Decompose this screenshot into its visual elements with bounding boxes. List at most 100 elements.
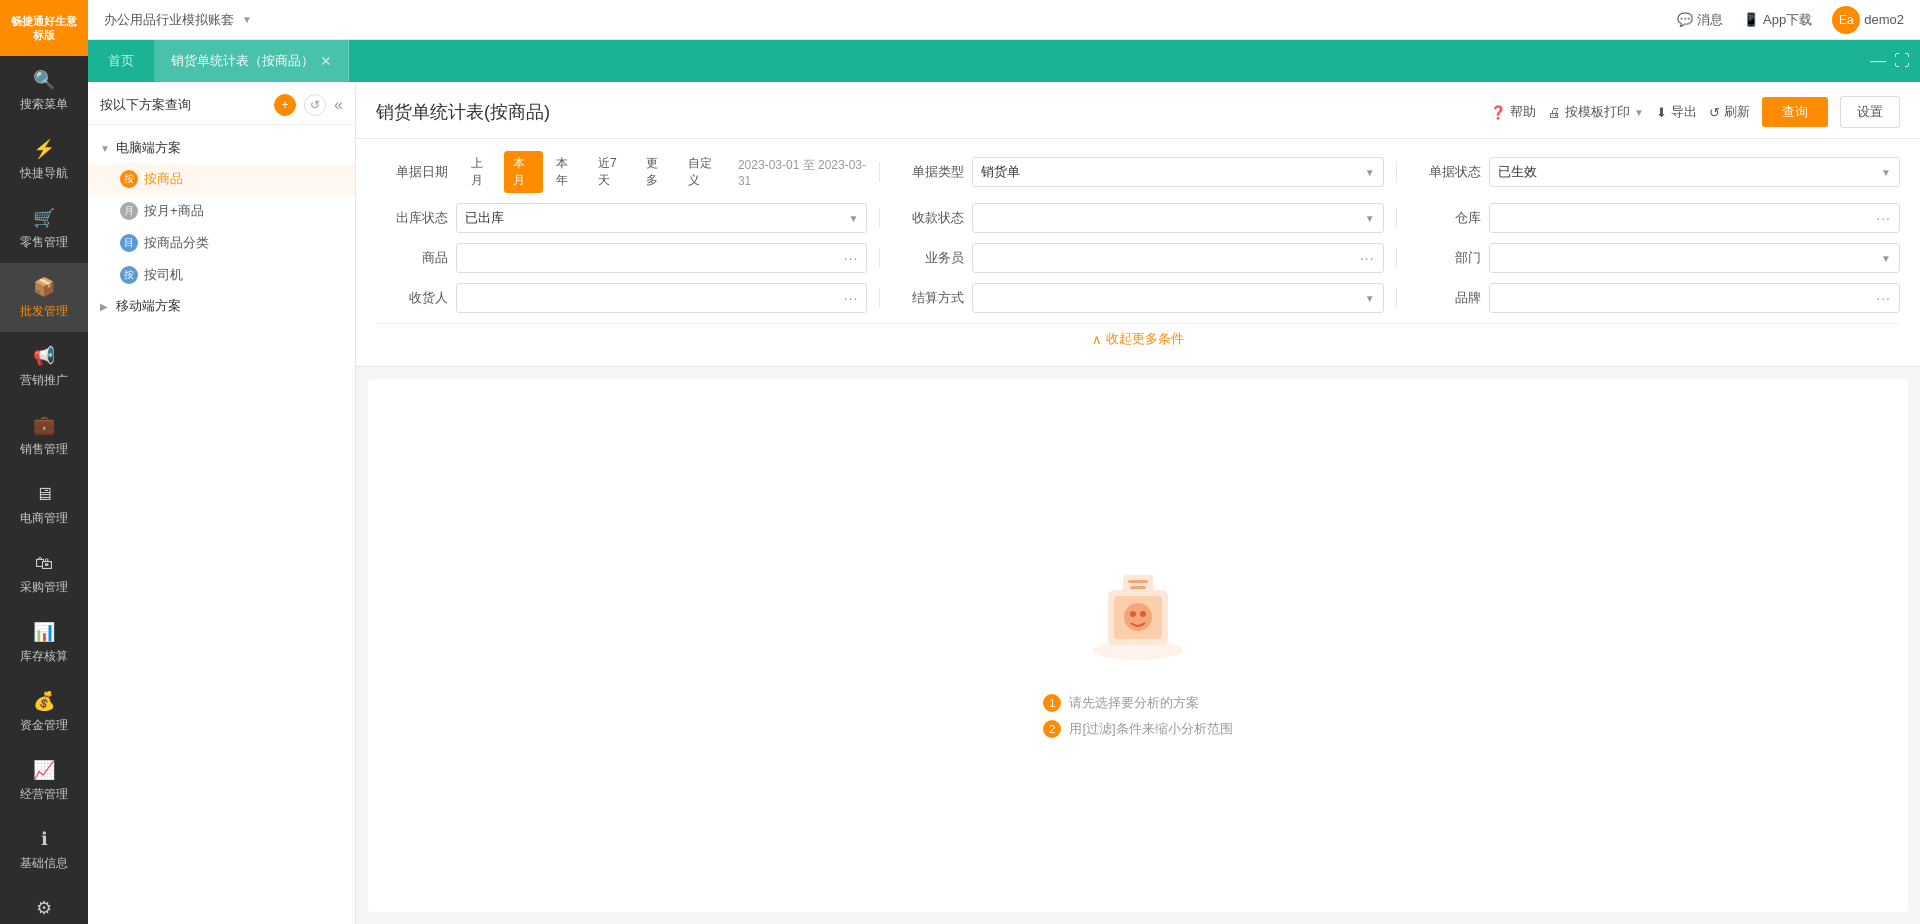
warehouse-dots-icon: ···: [1876, 210, 1891, 226]
sidebar-item-label: 零售管理: [20, 234, 68, 251]
divider-1: [879, 162, 880, 182]
refresh-scheme-button[interactable]: ↺: [304, 94, 326, 116]
salesperson-label: 业务员: [892, 249, 972, 267]
brand-label: 品牌: [1409, 289, 1489, 307]
tree-group-pc-header[interactable]: ▼ 电脑端方案: [88, 133, 355, 163]
tabbar: 首页 销货单统计表（按商品） ✕ — ⛶: [88, 40, 1920, 82]
warehouse-control: ···: [1489, 203, 1900, 233]
svg-point-5: [1140, 611, 1146, 617]
print-icon: 🖨: [1548, 105, 1561, 120]
date-control: 上月 本月 本年 近7天 更多 自定义 2023-03-01 至 2023-03…: [456, 151, 867, 193]
sidebar-item-search[interactable]: 🔍 搜索菜单: [0, 56, 88, 125]
receiver-label: 收货人: [376, 289, 456, 307]
date-btn-this-month[interactable]: 本月: [504, 151, 542, 193]
sidebar-item-purchase[interactable]: 🛍 采购管理: [0, 539, 88, 608]
salesperson-select[interactable]: ···: [972, 243, 1383, 273]
search-icon: 🔍: [33, 68, 55, 93]
sidebar-item-finance[interactable]: 💰 资金管理: [0, 677, 88, 746]
sidebar-item-basic[interactable]: ℹ 基础信息: [0, 815, 88, 884]
warehouse-select[interactable]: ···: [1489, 203, 1900, 233]
divider-6: [1396, 248, 1397, 268]
collapse-more-button[interactable]: ∧ 收起更多条件: [376, 323, 1900, 354]
ecommerce-icon: 🖥: [35, 482, 53, 507]
sidebar-item-wholesale[interactable]: 📦 批发管理: [0, 263, 88, 332]
tab-close-icon[interactable]: ✕: [320, 54, 332, 68]
refresh-label: 刷新: [1724, 103, 1750, 121]
date-btn-this-year[interactable]: 本年: [547, 151, 585, 193]
doc-status-label: 单据状态: [1409, 163, 1489, 181]
date-quick-buttons: 上月 本月 本年 近7天 更多 自定义: [462, 151, 728, 193]
brand-control: ···: [1489, 283, 1900, 313]
collapse-panel-button[interactable]: «: [334, 96, 343, 114]
sidebar-item-inventory[interactable]: 📊 库存核算: [0, 608, 88, 677]
filter-row-1: 单据日期 上月 本月 本年 近7天 更多 自定义 2023-03-01: [376, 151, 1900, 193]
payment-control: ▼: [972, 283, 1383, 313]
export-button[interactable]: ⬇ 导出: [1656, 103, 1697, 121]
tree-item-by-category-icon: 目: [120, 234, 138, 252]
doc-type-value: 销货单: [981, 163, 1020, 181]
department-label: 部门: [1409, 249, 1489, 267]
divider-3: [879, 208, 880, 228]
payment-select[interactable]: ▼: [972, 283, 1383, 313]
sidebar-item-ecommerce[interactable]: 🖥 电商管理: [0, 470, 88, 539]
step-2-label: 用[过滤]条件来缩小分析范围: [1069, 716, 1232, 742]
brand-dots-icon: ···: [1876, 290, 1891, 306]
doc-status-select[interactable]: 已生效 ▼: [1489, 157, 1900, 187]
user-profile-button[interactable]: Ea demo2: [1832, 6, 1904, 34]
help-label: 帮助: [1510, 103, 1536, 121]
tab-maximize-icon[interactable]: ⛶: [1894, 52, 1910, 70]
basic-icon: ℹ: [41, 827, 48, 852]
industry-label: 办公用品行业模拟账套: [104, 11, 234, 29]
quicknav-icon: ⚡: [33, 137, 55, 162]
collapse-up-icon: ∧: [1092, 332, 1102, 347]
sidebar-item-quicknav[interactable]: ⚡ 快捷导航: [0, 125, 88, 194]
settings-button[interactable]: 设置: [1840, 96, 1900, 128]
retail-icon: 🛒: [33, 206, 55, 231]
sidebar-item-marketing[interactable]: 📢 营销推广: [0, 332, 88, 401]
date-btn-last-month[interactable]: 上月: [462, 151, 500, 193]
app-subtitle: 标版: [33, 28, 55, 42]
tree-item-by-product[interactable]: 按 按商品: [88, 163, 355, 195]
right-panel: 销货单统计表(按商品) ❓ 帮助 🖨 按模板打印 ▼ ⬇ 导出: [356, 82, 1920, 924]
tree-group-pc: ▼ 电脑端方案 按 按商品 月 按月+商品 目 按商品分类: [88, 133, 355, 291]
doc-type-label: 单据类型: [892, 163, 972, 181]
tree-item-by-cashier[interactable]: 按 按司机: [88, 259, 355, 291]
message-button[interactable]: 💬 消息: [1677, 11, 1723, 29]
tab-minimize-icon[interactable]: —: [1870, 52, 1886, 70]
product-select[interactable]: ···: [456, 243, 867, 273]
sidebar-item-label: 采购管理: [20, 579, 68, 596]
tab-home[interactable]: 首页: [88, 40, 155, 82]
tab-sales-stat[interactable]: 销货单统计表（按商品） ✕: [155, 40, 349, 82]
sidebar-item-operation[interactable]: 📈 经营管理: [0, 746, 88, 815]
help-icon: ❓: [1490, 105, 1506, 120]
out-status-select[interactable]: 已出库 ▼: [456, 203, 867, 233]
brand-select[interactable]: ···: [1489, 283, 1900, 313]
tree-item-by-category[interactable]: 目 按商品分类: [88, 227, 355, 259]
filter-area: 单据日期 上月 本月 本年 近7天 更多 自定义 2023-03-01: [356, 139, 1920, 367]
sidebar: 畅捷通好生意 标版 🔍 搜索菜单 ⚡ 快捷导航 🛒 零售管理 📦 批发管理 📢 …: [0, 0, 88, 924]
date-btn-custom[interactable]: 自定义: [679, 151, 728, 193]
tree-item-by-month-product[interactable]: 月 按月+商品: [88, 195, 355, 227]
date-btn-7days[interactable]: 近7天: [589, 151, 633, 193]
finance-icon: 💰: [33, 689, 55, 714]
app-download-button[interactable]: 📱 App下载: [1743, 11, 1812, 29]
date-btn-more[interactable]: 更多: [637, 151, 675, 193]
print-template-button[interactable]: 🖨 按模板打印 ▼: [1548, 103, 1644, 121]
help-button[interactable]: ❓ 帮助: [1490, 103, 1536, 121]
message-icon: 💬: [1677, 12, 1693, 27]
department-select[interactable]: ▼: [1489, 243, 1900, 273]
sidebar-item-sales[interactable]: 💼 销售管理: [0, 401, 88, 470]
sidebar-item-system[interactable]: ⚙ 系统管理: [0, 884, 88, 924]
tree-item-by-cashier-icon: 按: [120, 266, 138, 284]
add-scheme-button[interactable]: +: [274, 94, 296, 116]
query-button[interactable]: 查询: [1762, 97, 1828, 127]
refresh-button[interactable]: ↺ 刷新: [1709, 103, 1750, 121]
step-1-label: 请先选择要分析的方案: [1069, 690, 1199, 716]
doc-type-select[interactable]: 销货单 ▼: [972, 157, 1383, 187]
sidebar-item-retail[interactable]: 🛒 零售管理: [0, 194, 88, 263]
sidebar-item-label: 营销推广: [20, 372, 68, 389]
tree-group-mobile-header[interactable]: ▶ 移动端方案: [88, 291, 355, 321]
receipt-status-select[interactable]: ▼: [972, 203, 1383, 233]
tab-home-label: 首页: [108, 52, 134, 70]
receiver-select[interactable]: ···: [456, 283, 867, 313]
